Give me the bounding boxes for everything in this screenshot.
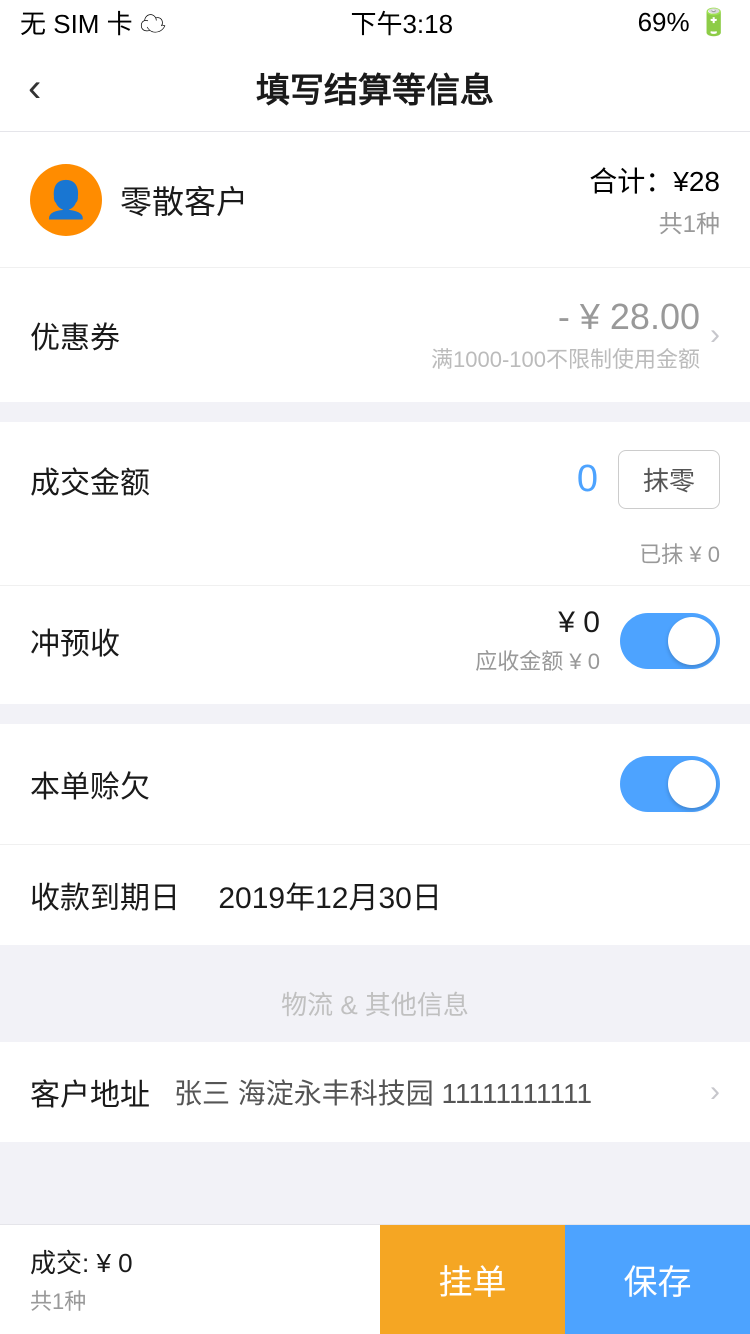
amount-section: 成交金额 0 抹零 已抹 ¥ 0 冲预收 ¥ 0 应收金额 ¥ 0 <box>0 422 750 704</box>
status-left: 无 SIM 卡 ☁ <box>20 4 166 41</box>
address-chevron-icon: › <box>710 1075 720 1109</box>
back-button[interactable]: ‹ <box>28 68 41 108</box>
coupon-right: - ¥ 28.00 满1000-100不限制使用金额 › <box>431 296 720 374</box>
coupon-desc: 满1000-100不限制使用金额 <box>431 342 700 374</box>
pending-button[interactable]: 挂单 <box>380 1225 565 1334</box>
transaction-amount-row: 成交金额 0 抹零 <box>0 422 750 537</box>
customer-row: 👤 零散客户 合计：¥28 共1种 <box>0 132 750 267</box>
status-time: 下午3:18 <box>350 4 453 41</box>
bottom-transaction-label: 成交: <box>30 1248 89 1278</box>
total-amount: 合计：¥28 <box>589 160 720 200</box>
prereceive-row: 冲预收 ¥ 0 应收金额 ¥ 0 <box>0 585 750 704</box>
customer-name: 零散客户 <box>120 177 248 223</box>
toggle-circle <box>668 617 716 665</box>
status-right: 69% 🔋 <box>638 7 730 38</box>
round-down-button[interactable]: 抹零 <box>618 450 720 509</box>
logistics-label: 物流 & 其他信息 <box>281 990 469 1020</box>
save-button[interactable]: 保存 <box>565 1225 750 1334</box>
prereceive-info: ¥ 0 应收金额 ¥ 0 <box>475 606 600 676</box>
address-section: 客户地址 张三 海淀永丰科技园 11111111111 › <box>0 1042 750 1142</box>
bottom-transaction-value: ¥ 0 <box>96 1248 132 1278</box>
coupon-amount: - ¥ 28.00 <box>431 296 700 338</box>
avatar-icon: 👤 <box>44 179 89 221</box>
customer-totals: 合计：¥28 共1种 <box>589 160 720 239</box>
bottom-count: 共1种 <box>30 1284 350 1316</box>
total-count: 共1种 <box>589 204 720 239</box>
debt-row: 本单赊欠 <box>0 724 750 844</box>
transaction-amount-label: 成交金额 <box>30 458 150 502</box>
transaction-amount-right: 0 抹零 <box>577 450 720 509</box>
due-date-value: 2019年12月30日 <box>218 882 441 915</box>
already-deducted: 已抹 ¥ 0 <box>0 537 750 585</box>
battery-label: 69% <box>638 7 690 38</box>
prereceive-receivable: 应收金额 ¥ 0 <box>475 644 600 676</box>
bottom-left: 成交: ¥ 0 共1种 <box>0 1243 380 1316</box>
debt-section: 本单赊欠 收款到期日 2019年12月30日 <box>0 724 750 945</box>
bottom-bar: 成交: ¥ 0 共1种 挂单 保存 <box>0 1224 750 1334</box>
address-label: 客户地址 <box>30 1070 150 1114</box>
due-date-row: 收款到期日 2019年12月30日 <box>0 844 750 945</box>
prereceive-toggle[interactable] <box>620 613 720 669</box>
prereceive-right: ¥ 0 应收金额 ¥ 0 <box>475 606 720 676</box>
prereceive-label: 冲预收 <box>30 619 120 663</box>
customer-left: 👤 零散客户 <box>30 164 248 236</box>
prereceive-amount: ¥ 0 <box>475 606 600 640</box>
address-value: 张三 海淀永丰科技园 11111111111 <box>174 1072 710 1112</box>
transaction-amount-value: 0 <box>577 458 598 501</box>
avatar: 👤 <box>30 164 102 236</box>
address-row[interactable]: 客户地址 张三 海淀永丰科技园 11111111111 › <box>0 1042 750 1142</box>
debt-toggle-circle <box>668 760 716 808</box>
coupon-info: - ¥ 28.00 满1000-100不限制使用金额 <box>431 296 700 374</box>
status-bar: 无 SIM 卡 ☁ 下午3:18 69% 🔋 <box>0 0 750 44</box>
sim-label: 无 SIM 卡 ☁ <box>20 4 166 41</box>
page-title: 填写结算等信息 <box>256 63 494 112</box>
customer-section: 👤 零散客户 合计：¥28 共1种 优惠券 - ¥ 28.00 满1000-10… <box>0 132 750 402</box>
chevron-right-icon: › <box>710 318 720 352</box>
coupon-row[interactable]: 优惠券 - ¥ 28.00 满1000-100不限制使用金额 › <box>0 267 750 402</box>
coupon-label: 优惠券 <box>30 313 120 357</box>
due-date-label: 收款到期日 <box>30 882 180 915</box>
logistics-divider: 物流 & 其他信息 <box>0 965 750 1042</box>
debt-label: 本单赊欠 <box>30 762 150 806</box>
nav-bar: ‹ 填写结算等信息 <box>0 44 750 132</box>
debt-toggle[interactable] <box>620 756 720 812</box>
battery-icon: 🔋 <box>698 7 730 38</box>
bottom-transaction: 成交: ¥ 0 <box>30 1243 350 1280</box>
